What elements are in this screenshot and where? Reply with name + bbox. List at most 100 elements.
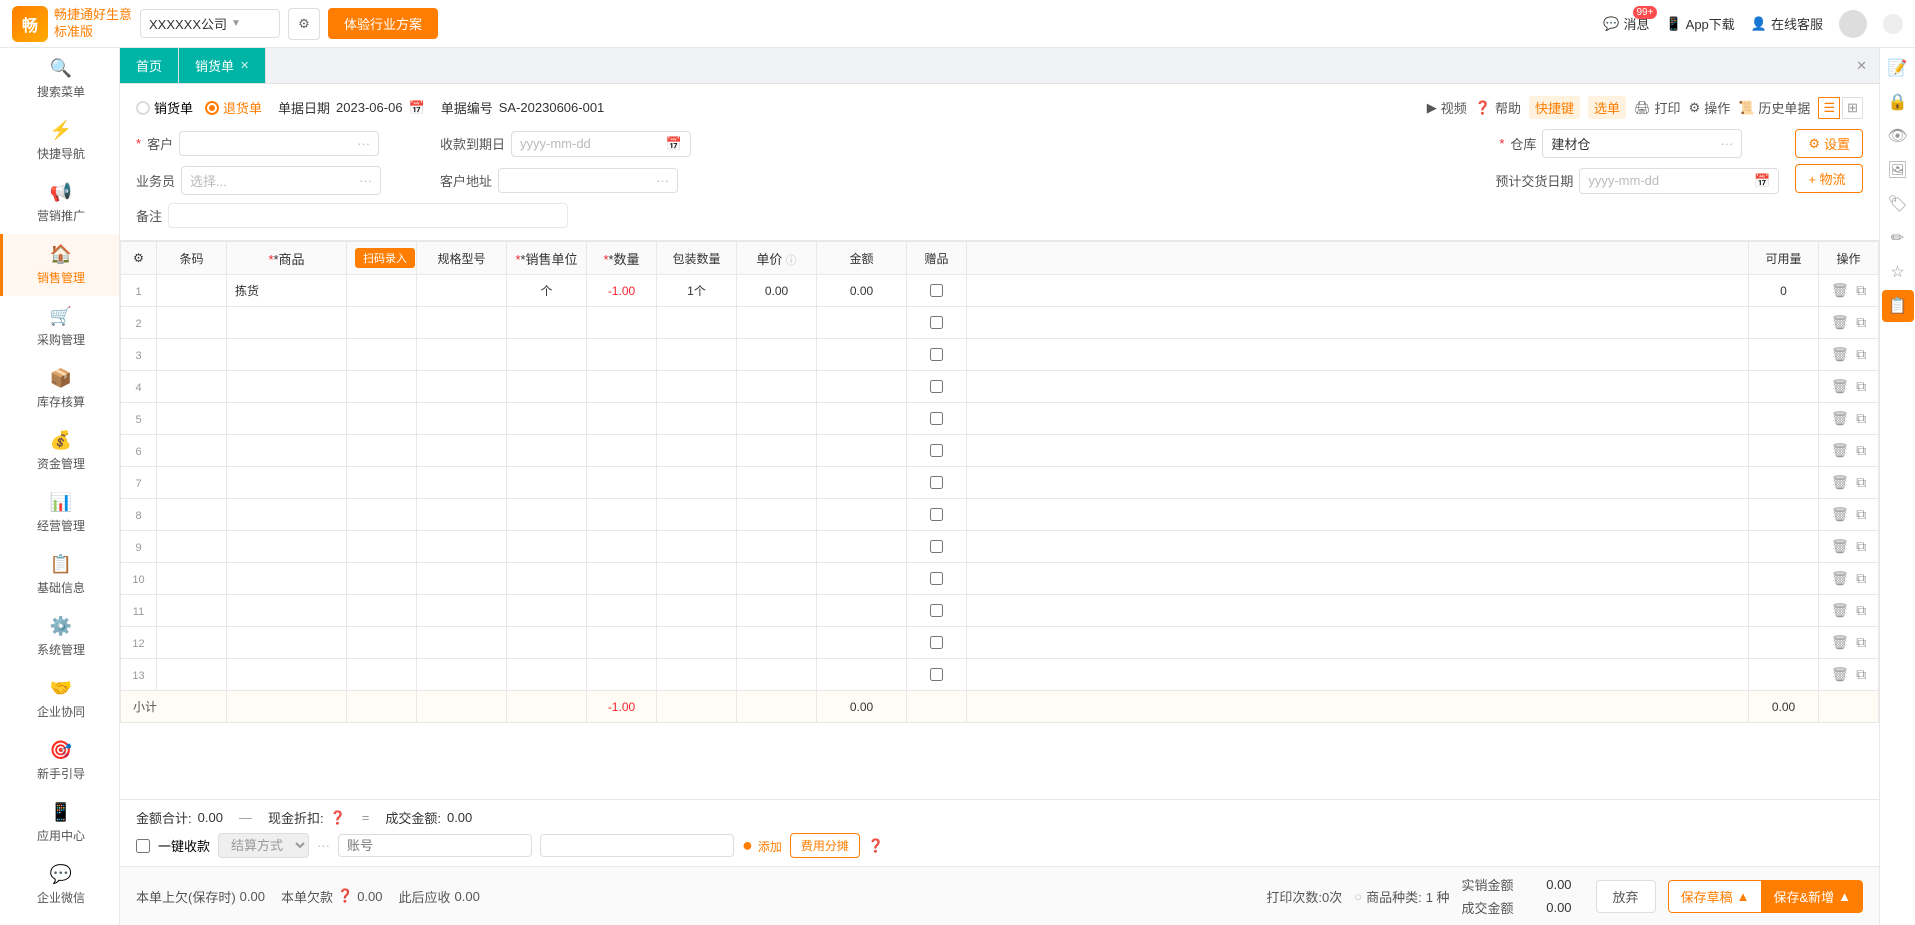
- row-price[interactable]: [737, 467, 817, 499]
- scan-button[interactable]: 扫码录入: [355, 248, 415, 268]
- row-qty[interactable]: [587, 563, 657, 595]
- row-product[interactable]: [227, 595, 347, 627]
- row-barcode[interactable]: [157, 307, 227, 339]
- sidebar-item-operations[interactable]: 📊 经营管理: [0, 482, 119, 544]
- row-barcode[interactable]: [157, 371, 227, 403]
- row-copy-btn[interactable]: ⧉: [1856, 314, 1866, 330]
- payment-amount-input[interactable]: [540, 834, 734, 857]
- expense-split-btn[interactable]: 费用分摊: [790, 833, 860, 858]
- sidebar-item-quick-nav[interactable]: ⚡ 快捷导航: [0, 110, 119, 172]
- row-pack-qty[interactable]: [657, 403, 737, 435]
- row-delete-btn[interactable]: 🗑: [1831, 282, 1849, 298]
- row-settings[interactable]: 1: [121, 275, 157, 307]
- row-unit[interactable]: [507, 307, 587, 339]
- row-qty[interactable]: [587, 339, 657, 371]
- row-copy-btn[interactable]: ⧉: [1856, 474, 1866, 490]
- row-unit[interactable]: [507, 595, 587, 627]
- tab-sales-order[interactable]: 销货单 ✕: [179, 48, 266, 83]
- row-gift[interactable]: [907, 339, 967, 371]
- due-date-calendar[interactable]: 📅: [666, 136, 682, 152]
- sidebar-item-search[interactable]: 🔍 搜索菜单: [0, 48, 119, 110]
- row-delete-btn[interactable]: 🗑: [1831, 538, 1849, 554]
- row-price[interactable]: [737, 307, 817, 339]
- row-qty[interactable]: [587, 467, 657, 499]
- row-gift[interactable]: [907, 595, 967, 627]
- row-qty[interactable]: [587, 371, 657, 403]
- row-amount[interactable]: [817, 403, 907, 435]
- row-gift[interactable]: [907, 371, 967, 403]
- save-new-button[interactable]: 保存&新增 ▲: [1761, 880, 1863, 913]
- row-settings[interactable]: 2: [121, 307, 157, 339]
- sidebar-item-enterprise[interactable]: 🤝 企业协同: [0, 668, 119, 730]
- row-copy-btn[interactable]: ⧉: [1856, 442, 1866, 458]
- row-settings[interactable]: 3: [121, 339, 157, 371]
- row-delete-btn[interactable]: 🗑: [1831, 442, 1849, 458]
- row-qty[interactable]: [587, 307, 657, 339]
- row-price[interactable]: [737, 339, 817, 371]
- row-unit[interactable]: [507, 531, 587, 563]
- warehouse-input[interactable]: 建材仓 ···: [1542, 129, 1742, 158]
- form-settings-btn[interactable]: ⚙ 设置: [1795, 129, 1863, 158]
- sidebar-item-guide[interactable]: 🎯 新手引导: [0, 730, 119, 792]
- operation-btn[interactable]: ⚙ 操作: [1689, 98, 1731, 117]
- row-unit[interactable]: 个: [507, 275, 587, 307]
- row-price[interactable]: [737, 595, 817, 627]
- row-price[interactable]: [737, 531, 817, 563]
- row-product[interactable]: [227, 659, 347, 691]
- row-settings[interactable]: 12: [121, 627, 157, 659]
- row-settings[interactable]: 10: [121, 563, 157, 595]
- row-unit[interactable]: [507, 435, 587, 467]
- row-qty[interactable]: [587, 499, 657, 531]
- row-delete-btn[interactable]: 🗑: [1831, 570, 1849, 586]
- row-product[interactable]: [227, 371, 347, 403]
- row-product[interactable]: [227, 531, 347, 563]
- row-unit[interactable]: [507, 339, 587, 371]
- row-copy-btn[interactable]: ⧉: [1856, 410, 1866, 426]
- row-spec[interactable]: [417, 595, 507, 627]
- grid-view-btn[interactable]: ⊞: [1842, 97, 1863, 119]
- row-pack-qty[interactable]: [657, 467, 737, 499]
- row-product[interactable]: [227, 403, 347, 435]
- row-gift[interactable]: [907, 627, 967, 659]
- expected-date-calendar[interactable]: 📅: [1754, 173, 1770, 189]
- sidebar-item-purchase[interactable]: 🛒 采购管理: [0, 296, 119, 358]
- message-button[interactable]: 💬 99+ 消息: [1603, 14, 1649, 33]
- due-date-input[interactable]: yyyy-mm-dd 📅: [511, 131, 691, 157]
- row-spec[interactable]: [417, 371, 507, 403]
- right-panel-image[interactable]: 🖼: [1882, 154, 1914, 186]
- row-gift[interactable]: [907, 435, 967, 467]
- row-product[interactable]: [227, 563, 347, 595]
- row-pack-qty[interactable]: [657, 307, 737, 339]
- trial-button[interactable]: 体验行业方案: [328, 8, 438, 39]
- row-product[interactable]: 拣货: [227, 275, 347, 307]
- print-btn[interactable]: 🖨 打印: [1634, 98, 1681, 117]
- expense-help-icon[interactable]: ❓: [868, 838, 884, 854]
- right-panel-lock[interactable]: 🔒: [1882, 86, 1914, 118]
- row-unit[interactable]: [507, 659, 587, 691]
- row-delete-btn[interactable]: 🗑: [1831, 410, 1849, 426]
- sidebar-item-system[interactable]: ⚙️ 系统管理: [0, 606, 119, 668]
- sidebar-item-base[interactable]: 📋 基础信息: [0, 544, 119, 606]
- row-barcode[interactable]: [157, 531, 227, 563]
- row-spec[interactable]: [417, 339, 507, 371]
- row-spec[interactable]: [417, 467, 507, 499]
- row-price[interactable]: [737, 499, 817, 531]
- row-amount[interactable]: [817, 659, 907, 691]
- row-product[interactable]: [227, 499, 347, 531]
- sidebar-item-app-center[interactable]: 📱 应用中心: [0, 792, 119, 854]
- expected-date-input[interactable]: yyyy-mm-dd 📅: [1579, 168, 1779, 194]
- row-copy-btn[interactable]: ⧉: [1856, 346, 1866, 362]
- row-pack-qty[interactable]: 1个: [657, 275, 737, 307]
- row-settings[interactable]: 13: [121, 659, 157, 691]
- row-gift[interactable]: [907, 499, 967, 531]
- calendar-icon[interactable]: 📅: [409, 100, 425, 116]
- row-pack-qty[interactable]: [657, 339, 737, 371]
- row-amount[interactable]: 0.00: [817, 275, 907, 307]
- row-price[interactable]: [737, 563, 817, 595]
- list-view-btn[interactable]: ☰: [1818, 97, 1840, 119]
- row-copy-btn[interactable]: ⧉: [1856, 570, 1866, 586]
- row-delete-btn[interactable]: 🗑: [1831, 378, 1849, 394]
- row-settings[interactable]: 6: [121, 435, 157, 467]
- row-price[interactable]: 0.00: [737, 275, 817, 307]
- save-draft-button[interactable]: 保存草稿 ▲: [1668, 880, 1762, 913]
